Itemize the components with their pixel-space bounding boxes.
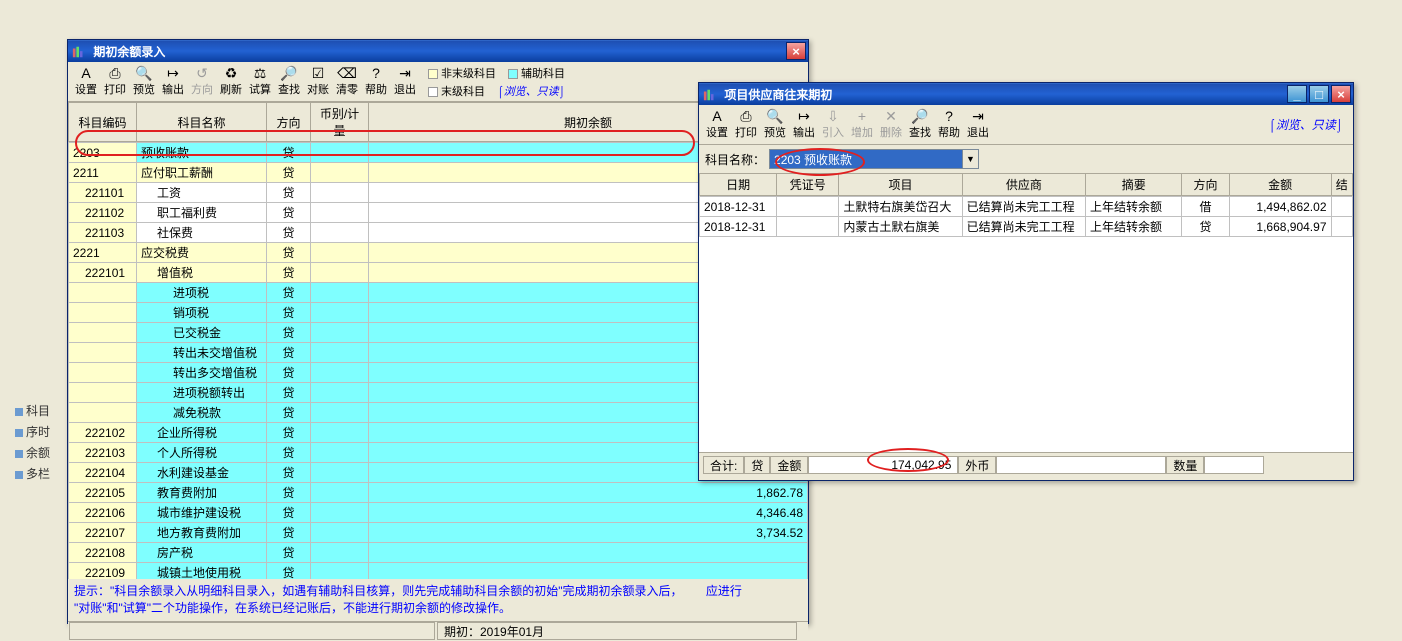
table-row[interactable]: 进项税额转出贷413.57 (69, 383, 808, 403)
col-header[interactable]: 方向 (1182, 174, 1229, 196)
close-button[interactable]: × (786, 42, 806, 60)
total-dir: 贷 (744, 456, 770, 474)
toolbtn-查找[interactable]: 🔎查找 (275, 64, 303, 100)
table-row[interactable]: 222103个人所得税贷-2,637.94 (69, 443, 808, 463)
app-icon (703, 88, 717, 102)
toolbtn-帮助[interactable]: ?帮助 (362, 64, 390, 100)
table-row[interactable]: 2203预收账款贷4,820,977.14 (69, 143, 808, 163)
toolbtn-试算[interactable]: ⚖试算 (246, 64, 274, 100)
amount-label: 金额 (770, 456, 808, 474)
toolbtn-退出[interactable]: ⇥退出 (391, 64, 419, 100)
col-header[interactable]: 结 (1331, 174, 1353, 196)
chevron-down-icon[interactable]: ▼ (962, 150, 978, 168)
subject-row: 科目名称： 2203 预收账款 ▼ (699, 145, 1353, 173)
legend: 非末级科目辅助科目末级科目⌠浏览、只读⌡ (428, 64, 565, 100)
total-label: 合计: (703, 456, 744, 474)
toolbtn-预览[interactable]: 🔍预览 (130, 64, 158, 100)
table-row[interactable]: 222102企业所得税贷 (69, 423, 808, 443)
toolbtn-输出[interactable]: ↦输出 (159, 64, 187, 100)
foreign-label: 外币 (958, 456, 996, 474)
toolbtn-设置[interactable]: A设置 (72, 64, 100, 100)
toolbtn-打印[interactable]: ⎙打印 (732, 107, 760, 143)
table-row[interactable]: 222106城市维护建设税贷4,346.48 (69, 503, 808, 523)
table-row[interactable]: 222104水利建设基金贷 (69, 463, 808, 483)
toolbtn-增加: +增加 (848, 107, 876, 143)
table-row[interactable]: 221101工资贷79,824.00 (69, 183, 808, 203)
maximize-button[interactable]: □ (1309, 85, 1329, 103)
subject-combo[interactable]: 2203 预收账款 ▼ (769, 149, 979, 169)
col-header[interactable]: 日期 (700, 174, 777, 196)
table-row[interactable]: 销项税贷2,386,863.87 (69, 303, 808, 323)
toolbtn-方向: ↺方向 (188, 64, 216, 100)
table-row[interactable]: 2221应交税费贷8,428.27 (69, 243, 808, 263)
amount-value: 174,042.95 (808, 456, 958, 474)
hint-text: 提示："科目余额录入从明细科目录入，如遇有辅助科目核算，则先完成辅助科目余额的初… (68, 579, 808, 621)
hint-action-link[interactable]: 应进行 (706, 584, 742, 598)
window-title: 期初余额录入 (93, 45, 165, 59)
minimize-button[interactable]: _ (1287, 85, 1307, 103)
detail-grid[interactable]: 日期凭证号项目供应商摘要方向金额结 2018-12-31土默特右旗美岱召大已结算… (699, 173, 1353, 452)
toolbtn-帮助[interactable]: ?帮助 (935, 107, 963, 143)
status-period: 期初：2019年01月 (437, 622, 797, 640)
footer-totals: 合计: 贷 金额 174,042.95 外币 数量 (699, 452, 1353, 477)
side-nav-item: 科目 (15, 400, 50, 421)
table-row[interactable]: 2211应付职工薪酬贷82,687.62 (69, 163, 808, 183)
toolbtn-引入: ⇩引入 (819, 107, 847, 143)
table-row[interactable]: 222109城镇土地使用税贷 (69, 563, 808, 580)
table-row[interactable]: 2018-12-31内蒙古土默右旗美已结算尚未完工工程上年结转余额贷1,668,… (700, 217, 1353, 237)
window-title: 项目供应商往来期初 (724, 88, 832, 102)
side-nav-item: 多栏 (15, 463, 50, 484)
col-header[interactable]: 金额 (1229, 174, 1331, 196)
statusbar: 期初：2019年01月 (68, 621, 808, 641)
foreign-value (996, 456, 1166, 474)
toolbtn-打印[interactable]: ⎙打印 (101, 64, 129, 100)
col-header[interactable]: 摘要 (1085, 174, 1182, 196)
col-header[interactable]: 科目名称 (137, 103, 267, 142)
subject-label: 科目名称： (705, 151, 765, 168)
col-header[interactable]: 方向 (267, 103, 311, 142)
col-header[interactable]: 供应商 (962, 174, 1085, 196)
browse-readonly-label: ⌠浏览、只读⌡ (1269, 116, 1344, 133)
table-row[interactable]: 222108房产税贷 (69, 543, 808, 563)
table-row[interactable]: 222107地方教育费附加贷3,734.52 (69, 523, 808, 543)
qty-value (1204, 456, 1264, 474)
subject-value: 2203 预收账款 (770, 150, 962, 168)
side-nav: 科目 序时 余额 多栏 (15, 400, 50, 484)
col-header[interactable]: 凭证号 (777, 174, 839, 196)
toolbtn-对账[interactable]: ☑对账 (304, 64, 332, 100)
toolbtn-输出[interactable]: ↦输出 (790, 107, 818, 143)
table-row[interactable]: 转出多交增值税贷-60,991.95 (69, 363, 808, 383)
table-row[interactable]: 转出未交增值税贷-903,150.85 (69, 343, 808, 363)
app-icon (72, 45, 86, 59)
table-row[interactable]: 221102职工福利费贷-144.00 (69, 203, 808, 223)
qty-label: 数量 (1166, 456, 1204, 474)
table-row[interactable]: 221103社保费贷3,007.62 (69, 223, 808, 243)
titlebar[interactable]: 期初余额录入 × (68, 40, 808, 62)
titlebar[interactable]: 项目供应商往来期初 _ □ × (699, 83, 1353, 105)
close-button[interactable]: × (1331, 85, 1351, 103)
toolbar: A设置⎙打印🔍预览↦输出⇩引入+增加✕删除🔎查找?帮助⇥退出 ⌠浏览、只读⌡ (699, 105, 1353, 145)
table-row[interactable]: 222101增值税贷21.85 (69, 263, 808, 283)
table-row[interactable]: 222105教育费附加贷1,862.78 (69, 483, 808, 503)
toolbtn-删除: ✕删除 (877, 107, 905, 143)
table-row[interactable]: 进项税贷-301,337.57 (69, 283, 808, 303)
col-header[interactable]: 币别/计量 (311, 103, 369, 142)
toolbar: A设置⎙打印🔍预览↦输出↺方向♻刷新⚖试算🔎查找☑对账⌫清零?帮助⇥退出非末级科… (68, 62, 808, 102)
toolbtn-预览[interactable]: 🔍预览 (761, 107, 789, 143)
side-nav-item: 序时 (15, 421, 50, 442)
col-header[interactable]: 项目 (839, 174, 962, 196)
toolbtn-设置[interactable]: A设置 (703, 107, 731, 143)
balance-grid[interactable]: 科目编码科目名称方向币别/计量期初余额 2203预收账款贷4,820,977.1… (68, 102, 808, 579)
side-nav-item: 余额 (15, 442, 50, 463)
toolbtn-查找[interactable]: 🔎查找 (906, 107, 934, 143)
toolbtn-退出[interactable]: ⇥退出 (964, 107, 992, 143)
toolbtn-清零[interactable]: ⌫清零 (333, 64, 361, 100)
table-row[interactable]: 2018-12-31土默特右旗美岱召大已结算尚未完工工程上年结转余额借1,494… (700, 197, 1353, 217)
col-header[interactable]: 科目编码 (69, 103, 137, 142)
table-row[interactable]: 已交税金贷-1,121,495.22 (69, 323, 808, 343)
toolbtn-刷新[interactable]: ♻刷新 (217, 64, 245, 100)
window-supplier-opening: 项目供应商往来期初 _ □ × A设置⎙打印🔍预览↦输出⇩引入+增加✕删除🔎查找… (698, 82, 1354, 481)
table-row[interactable]: 减免税款贷-280.00 (69, 403, 808, 423)
